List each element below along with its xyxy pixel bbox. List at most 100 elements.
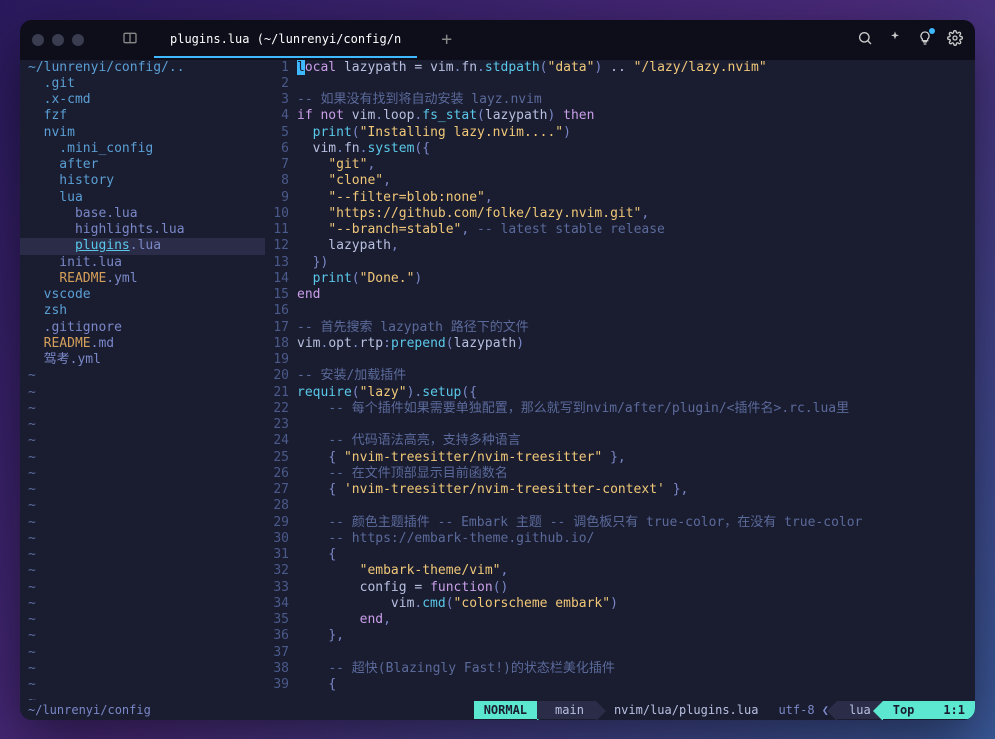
close-window-button[interactable] <box>32 34 44 46</box>
code-line[interactable]: 32 "embark-theme/vim", <box>265 563 975 579</box>
code-line[interactable]: 3-- 如果没有找到将自动安装 layz.nvim <box>265 92 975 108</box>
empty-line-marker: ~ <box>20 628 265 644</box>
tree-item[interactable]: nvim <box>20 125 265 141</box>
code-line[interactable]: 21require("lazy").setup({ <box>265 385 975 401</box>
code-line[interactable]: 14 print("Done.") <box>265 271 975 287</box>
code-line[interactable]: 4if not vim.loop.fs_stat(lazypath) then <box>265 108 975 124</box>
status-cwd: ~/lunrenyi/config <box>20 703 159 717</box>
empty-line-marker: ~ <box>20 482 265 498</box>
code-line[interactable]: 10 "https://github.com/folke/lazy.nvim.g… <box>265 206 975 222</box>
bulb-icon[interactable] <box>917 30 933 50</box>
gear-icon[interactable] <box>947 30 963 50</box>
code-line[interactable]: 15end <box>265 287 975 303</box>
empty-line-marker: ~ <box>20 677 265 693</box>
code-line[interactable]: 35 end, <box>265 612 975 628</box>
new-tab-button[interactable]: + <box>441 29 452 50</box>
line-number: 30 <box>265 531 297 547</box>
code-line[interactable]: 12 lazypath, <box>265 238 975 254</box>
line-number: 22 <box>265 401 297 417</box>
code-line[interactable]: 31 { <box>265 547 975 563</box>
maximize-window-button[interactable] <box>72 34 84 46</box>
tree-item[interactable]: README.yml <box>20 271 265 287</box>
code-line[interactable]: 37 <box>265 645 975 661</box>
line-number: 13 <box>265 255 297 271</box>
tree-item[interactable]: lua <box>20 190 265 206</box>
active-tab[interactable]: plugins.lua (~/lunrenyi/config/n <box>154 22 417 58</box>
code-line[interactable]: 2 <box>265 76 975 92</box>
empty-line-marker: ~ <box>20 547 265 563</box>
code-line[interactable]: 28 <box>265 498 975 514</box>
code-line[interactable]: 11 "--branch=stable", -- latest stable r… <box>265 222 975 238</box>
traffic-lights[interactable] <box>32 34 84 46</box>
line-number: 29 <box>265 515 297 531</box>
code-line[interactable]: 33 config = function() <box>265 580 975 596</box>
tree-item[interactable]: zsh <box>20 303 265 319</box>
empty-line-marker: ~ <box>20 580 265 596</box>
file-tree[interactable]: ~/lunrenyi/config/.. .git .x-cmd fzf nvi… <box>20 60 265 700</box>
code-line[interactable]: 27 { 'nvim-treesitter/nvim-treesitter-co… <box>265 482 975 498</box>
code-line[interactable]: 17-- 首先搜索 lazypath 路径下的文件 <box>265 320 975 336</box>
code-editor[interactable]: 1local lazypath = vim.fn.stdpath("data")… <box>265 60 975 700</box>
tree-item[interactable]: history <box>20 173 265 189</box>
code-line[interactable]: 22 -- 每个插件如果需要单独配置，那么就写到nvim/after/plugi… <box>265 401 975 417</box>
line-number: 8 <box>265 173 297 189</box>
code-line[interactable]: 20-- 安装/加载插件 <box>265 368 975 384</box>
code-line[interactable]: 29 -- 颜色主题插件 -- Embark 主题 -- 调色板只有 true-… <box>265 515 975 531</box>
tree-item[interactable]: 驾考.yml <box>20 352 265 368</box>
code-line[interactable]: 1local lazypath = vim.fn.stdpath("data")… <box>265 60 975 76</box>
line-number: 24 <box>265 433 297 449</box>
tree-item[interactable]: after <box>20 157 265 173</box>
code-line[interactable]: 39 { <box>265 677 975 693</box>
code-line[interactable]: 26 -- 在文件顶部显示目前函数名 <box>265 466 975 482</box>
tree-header[interactable]: ~/lunrenyi/config/.. <box>20 60 265 76</box>
code-line[interactable]: 38 -- 超快(Blazingly Fast!)的状态栏美化插件 <box>265 661 975 677</box>
code-line[interactable]: 16 <box>265 303 975 319</box>
code-line[interactable]: 18vim.opt.rtp:prepend(lazypath) <box>265 336 975 352</box>
tree-item[interactable]: vscode <box>20 287 265 303</box>
empty-line-marker: ~ <box>20 563 265 579</box>
empty-line-marker: ~ <box>20 596 265 612</box>
code-line[interactable]: 30 -- https://embark-theme.github.io/ <box>265 531 975 547</box>
sparkle-icon[interactable] <box>887 30 903 50</box>
tree-item[interactable]: .x-cmd <box>20 92 265 108</box>
code-line[interactable]: 24 -- 代码语法高亮，支持多种语言 <box>265 433 975 449</box>
tree-item[interactable]: .mini_config <box>20 141 265 157</box>
code-line[interactable]: 9 "--filter=blob:none", <box>265 190 975 206</box>
tree-item[interactable]: .git <box>20 76 265 92</box>
line-number: 14 <box>265 271 297 287</box>
code-line[interactable]: 6 vim.fn.system({ <box>265 141 975 157</box>
code-line[interactable]: 13 }) <box>265 255 975 271</box>
minimize-window-button[interactable] <box>52 34 64 46</box>
empty-line-marker: ~ <box>20 498 265 514</box>
code-line[interactable]: 7 "git", <box>265 157 975 173</box>
empty-line-marker: ~ <box>20 661 265 677</box>
tree-item[interactable]: .gitignore <box>20 320 265 336</box>
code-line[interactable]: 36 }, <box>265 628 975 644</box>
tree-item[interactable]: base.lua <box>20 206 265 222</box>
search-icon[interactable] <box>857 30 873 50</box>
code-line[interactable]: 34 vim.cmd("colorscheme embark") <box>265 596 975 612</box>
line-number: 21 <box>265 385 297 401</box>
tree-item[interactable]: fzf <box>20 108 265 124</box>
line-number: 11 <box>265 222 297 238</box>
code-line[interactable]: 19 <box>265 352 975 368</box>
code-line[interactable]: 5 print("Installing lazy.nvim....") <box>265 125 975 141</box>
code-line[interactable]: 8 "clone", <box>265 173 975 189</box>
titlebar: plugins.lua (~/lunrenyi/config/n + <box>20 20 975 60</box>
tree-item[interactable]: README.md <box>20 336 265 352</box>
line-number: 16 <box>265 303 297 319</box>
empty-line-marker: ~ <box>20 385 265 401</box>
split-icon[interactable] <box>122 30 138 50</box>
line-number: 1 <box>265 60 297 76</box>
tree-item[interactable]: highlights.lua <box>20 222 265 238</box>
empty-line-marker: ~ <box>20 612 265 628</box>
tree-item[interactable]: init.lua <box>20 255 265 271</box>
line-number: 27 <box>265 482 297 498</box>
line-number: 10 <box>265 206 297 222</box>
code-line[interactable]: 23 <box>265 417 975 433</box>
editor-window: plugins.lua (~/lunrenyi/config/n + ~/lun… <box>20 20 975 720</box>
code-line[interactable]: 25 { "nvim-treesitter/nvim-treesitter" }… <box>265 450 975 466</box>
tree-item[interactable]: plugins.lua <box>20 238 265 254</box>
empty-line-marker: ~ <box>20 433 265 449</box>
empty-line-marker: ~ <box>20 450 265 466</box>
